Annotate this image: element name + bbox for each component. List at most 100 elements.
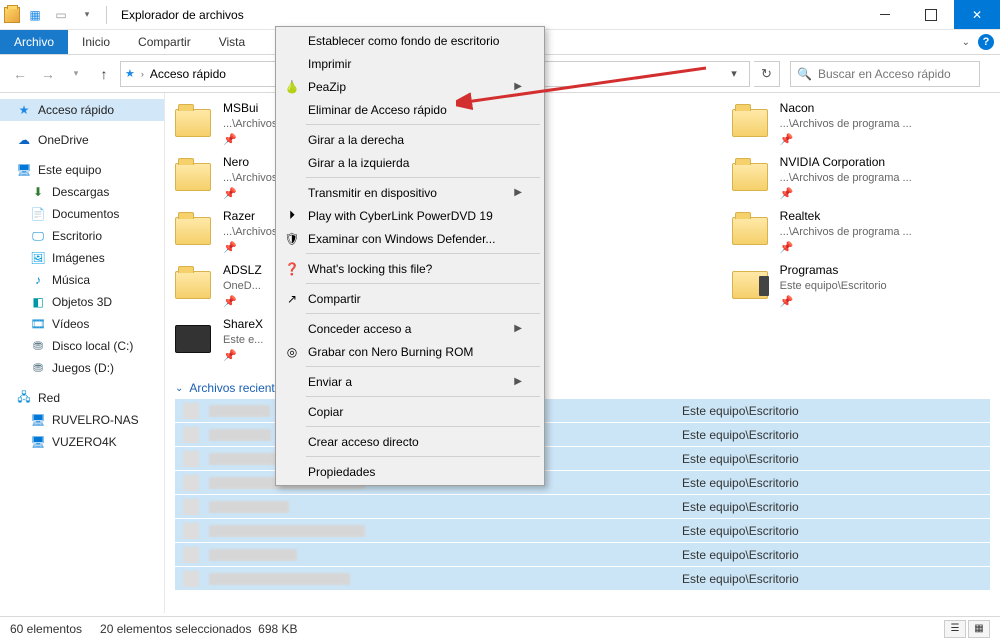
- chevron-down-icon: ⌄: [175, 383, 183, 394]
- breadcrumb-chevron-icon[interactable]: ›: [141, 69, 144, 79]
- file-path: Este equipo\Escritorio: [682, 500, 982, 514]
- menu-separator: [306, 253, 540, 254]
- context-menu-item[interactable]: Transmitir en dispositivo▶: [278, 181, 542, 204]
- search-box[interactable]: 🔍 Buscar en Acceso rápido: [790, 61, 980, 87]
- context-menu-item[interactable]: Enviar a▶: [278, 370, 542, 393]
- folder-item[interactable]: Programas Este equipo\Escritorio 📌: [732, 263, 990, 313]
- sidebar-item-escritorio[interactable]: 🖵Escritorio: [0, 225, 164, 247]
- status-bar: 60 elementos 20 elementos seleccionados …: [0, 616, 1000, 640]
- context-menu-item[interactable]: Propiedades: [278, 460, 542, 483]
- context-menu-item[interactable]: ↗Compartir: [278, 287, 542, 310]
- sidebar-net-vuzero[interactable]: 🖥VUZERO4K: [0, 431, 164, 453]
- context-menu-item[interactable]: ❓What's locking this file?: [278, 257, 542, 280]
- tab-compartir[interactable]: Compartir: [124, 30, 205, 54]
- folder-item[interactable]: NVIDIA Corporation ...\Archivos de progr…: [732, 155, 990, 205]
- context-menu-item[interactable]: Girar a la derecha: [278, 128, 542, 151]
- folder-item[interactable]: Realtek ...\Archivos de programa ... 📌: [732, 209, 990, 259]
- window-title: Explorador de archivos: [115, 8, 862, 22]
- file-tab[interactable]: Archivo: [0, 30, 68, 54]
- sidebar-quick-access[interactable]: ★Acceso rápido: [0, 99, 164, 121]
- recent-locations-icon[interactable]: ▾: [64, 62, 88, 86]
- computer-icon: 🖥: [30, 412, 46, 428]
- sidebar-onedrive[interactable]: ☁OneDrive: [0, 129, 164, 151]
- file-name-redacted: [209, 525, 365, 537]
- menu-separator: [306, 426, 540, 427]
- menu-separator: [306, 313, 540, 314]
- file-name-redacted: [209, 429, 271, 441]
- tab-vista[interactable]: Vista: [205, 30, 259, 54]
- sidebar-item-disco-c[interactable]: ⛃Disco local (C:): [0, 335, 164, 357]
- context-menu-item[interactable]: Eliminar de Acceso rápido: [278, 98, 542, 121]
- tab-inicio[interactable]: Inicio: [68, 30, 124, 54]
- sidebar-item-musica[interactable]: ♪Música: [0, 269, 164, 291]
- context-menu-item[interactable]: 🍐PeaZip▶: [278, 75, 542, 98]
- context-menu-item[interactable]: Establecer como fondo de escritorio: [278, 29, 542, 52]
- music-icon: ♪: [30, 272, 46, 288]
- qat-dropdown-icon[interactable]: ▾: [76, 4, 98, 26]
- pin-icon: 📌: [780, 187, 912, 201]
- refresh-button[interactable]: ↻: [754, 61, 780, 87]
- qat-properties-icon[interactable]: ▦: [24, 4, 46, 26]
- context-menu-item[interactable]: Crear acceso directo: [278, 430, 542, 453]
- help-icon[interactable]: ?: [978, 34, 994, 50]
- folder-path: OneD...: [223, 279, 262, 293]
- pc-icon: 🖥: [16, 162, 32, 178]
- recent-file-row[interactable]: Este equipo\Escritorio: [175, 543, 990, 567]
- file-name-redacted: [209, 573, 350, 585]
- ribbon-collapse-icon[interactable]: ⌄: [962, 37, 970, 48]
- menu-item-label: Copiar: [308, 405, 343, 419]
- sidebar-network[interactable]: 🖧Red: [0, 387, 164, 409]
- sidebar-item-juegos-d[interactable]: ⛃Juegos (D:): [0, 357, 164, 379]
- file-icon: [183, 451, 199, 467]
- pin-icon: 📌: [223, 349, 263, 363]
- breadcrumb[interactable]: Acceso rápido: [150, 67, 226, 81]
- menu-item-label: Establecer como fondo de escritorio: [308, 34, 499, 48]
- file-icon: [183, 523, 199, 539]
- app-icon: [4, 7, 20, 23]
- context-menu-item[interactable]: Imprimir: [278, 52, 542, 75]
- sidebar-thispc[interactable]: 🖥Este equipo: [0, 159, 164, 181]
- maximize-button[interactable]: [908, 0, 954, 29]
- icons-view-button[interactable]: ▦: [968, 620, 990, 638]
- sidebar-net-ruvelro[interactable]: 🖥RUVELRO-NAS: [0, 409, 164, 431]
- menu-item-label: Eliminar de Acceso rápido: [308, 103, 447, 117]
- context-menu-item[interactable]: 🛡Examinar con Windows Defender...: [278, 227, 542, 250]
- folder-icon: [175, 101, 215, 137]
- close-button[interactable]: [954, 0, 1000, 29]
- file-path: Este equipo\Escritorio: [682, 404, 982, 418]
- folder-icon: [175, 263, 215, 299]
- up-button[interactable]: ↑: [92, 62, 116, 86]
- folder-icon: [732, 101, 772, 137]
- back-button[interactable]: ←: [8, 62, 32, 86]
- folder-item[interactable]: Nacon ...\Archivos de programa ... 📌: [732, 101, 990, 151]
- details-view-button[interactable]: ☰: [944, 620, 966, 638]
- context-menu-item[interactable]: ⏵Play with CyberLink PowerDVD 19: [278, 204, 542, 227]
- sidebar-item-videos[interactable]: 🎞Vídeos: [0, 313, 164, 335]
- menu-item-label: Imprimir: [308, 57, 351, 71]
- folder-name: ADSLZ: [223, 263, 262, 279]
- file-name-redacted: [209, 405, 270, 417]
- recent-file-row[interactable]: Este equipo\Escritorio: [175, 519, 990, 543]
- minimize-button[interactable]: [862, 0, 908, 29]
- menu-item-label: Girar a la izquierda: [308, 156, 409, 170]
- qat-new-folder-icon[interactable]: ▭: [50, 4, 72, 26]
- desktop-icon: 🖵: [30, 228, 46, 244]
- menu-separator: [306, 396, 540, 397]
- recent-file-row[interactable]: Este equipo\Escritorio: [175, 495, 990, 519]
- sidebar-item-objetos3d[interactable]: ◧Objetos 3D: [0, 291, 164, 313]
- folder-name: Realtek: [780, 209, 912, 225]
- context-menu-item[interactable]: ◎Grabar con Nero Burning ROM: [278, 340, 542, 363]
- forward-button[interactable]: →: [36, 62, 60, 86]
- file-path: Este equipo\Escritorio: [682, 452, 982, 466]
- dvd-icon: ⏵: [284, 208, 300, 224]
- navigation-pane: ★Acceso rápido ☁OneDrive 🖥Este equipo ⬇D…: [0, 93, 165, 613]
- sidebar-item-descargas[interactable]: ⬇Descargas: [0, 181, 164, 203]
- context-menu-item[interactable]: Conceder acceso a▶: [278, 317, 542, 340]
- sidebar-item-documentos[interactable]: 📄Documentos: [0, 203, 164, 225]
- recent-file-row[interactable]: Este equipo\Escritorio: [175, 567, 990, 591]
- sidebar-item-imagenes[interactable]: 🖼Imágenes: [0, 247, 164, 269]
- address-dropdown-icon[interactable]: ▾: [723, 63, 745, 85]
- context-menu-item[interactable]: Copiar: [278, 400, 542, 423]
- context-menu-item[interactable]: Girar a la izquierda: [278, 151, 542, 174]
- folder-path: ...\Archivos de programa ...: [780, 225, 912, 239]
